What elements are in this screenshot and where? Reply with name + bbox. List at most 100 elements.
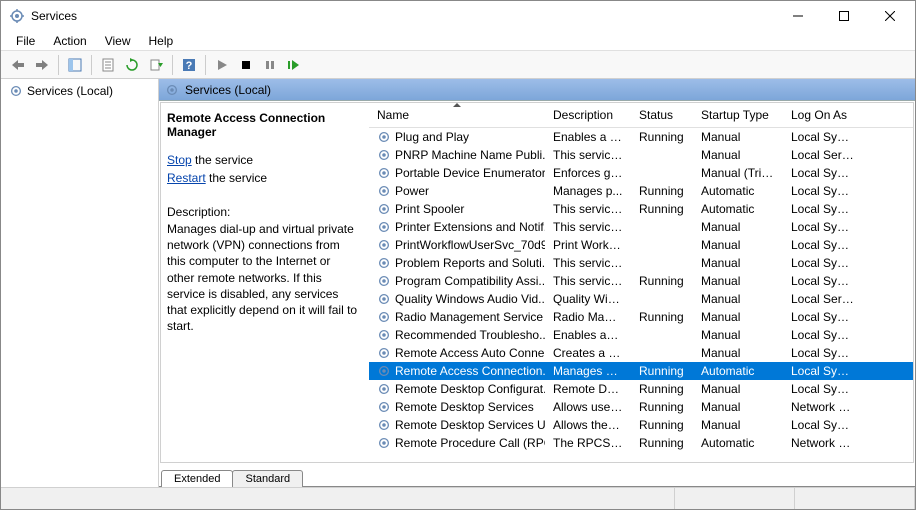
export-button[interactable] bbox=[145, 54, 167, 76]
show-hide-tree-button[interactable] bbox=[64, 54, 86, 76]
forward-button[interactable] bbox=[31, 54, 53, 76]
cell-logon: Local Syste... bbox=[783, 166, 863, 180]
table-row[interactable]: Remote Desktop ServicesAllows user...Run… bbox=[369, 398, 913, 416]
col-header-name[interactable]: Name bbox=[369, 103, 545, 127]
menu-action[interactable]: Action bbox=[44, 31, 95, 51]
gear-icon bbox=[377, 274, 391, 288]
start-service-button[interactable] bbox=[211, 54, 233, 76]
restart-service-link[interactable]: Restart bbox=[167, 171, 206, 185]
table-row[interactable]: Program Compatibility Assi...This servic… bbox=[369, 272, 913, 290]
stop-service-link[interactable]: Stop bbox=[167, 153, 192, 167]
refresh-button[interactable] bbox=[121, 54, 143, 76]
content-header-label: Services (Local) bbox=[185, 83, 271, 97]
cell-description: Creates a co... bbox=[545, 346, 631, 360]
table-row[interactable]: Portable Device Enumerator...Enforces gr… bbox=[369, 164, 913, 182]
cell-startup: Automatic bbox=[693, 436, 783, 450]
cell-description: Quality Win... bbox=[545, 292, 631, 306]
cell-name: PNRP Machine Name Publi... bbox=[395, 148, 545, 162]
table-row[interactable]: PowerManages p...RunningAutomaticLocal S… bbox=[369, 182, 913, 200]
gear-icon bbox=[377, 184, 391, 198]
statusbar bbox=[1, 487, 915, 509]
table-row[interactable]: PrintWorkflowUserSvc_70d99Print Workfl..… bbox=[369, 236, 913, 254]
toolbar: ? bbox=[1, 51, 915, 79]
cell-startup: Automatic bbox=[693, 202, 783, 216]
service-list[interactable]: Name Description Status Startup Type Log… bbox=[369, 103, 913, 462]
cell-name: Printer Extensions and Notif... bbox=[395, 220, 545, 234]
toolbar-separator bbox=[172, 55, 173, 75]
cell-startup: Manual bbox=[693, 148, 783, 162]
gear-icon bbox=[377, 364, 391, 378]
cell-description: The RPCSS ... bbox=[545, 436, 631, 450]
cell-logon: Local Syste... bbox=[783, 418, 863, 432]
detail-pane: Remote Access Connection Manager Stop th… bbox=[161, 103, 369, 462]
cell-logon: Network S... bbox=[783, 436, 863, 450]
table-row[interactable]: Remote Access Connection...Manages di...… bbox=[369, 362, 913, 380]
table-row[interactable]: Remote Access Auto Conne...Creates a co.… bbox=[369, 344, 913, 362]
maximize-button[interactable] bbox=[821, 1, 867, 31]
gear-icon bbox=[377, 400, 391, 414]
col-header-description[interactable]: Description bbox=[545, 103, 631, 127]
cell-name: Portable Device Enumerator... bbox=[395, 166, 545, 180]
gear-icon bbox=[377, 382, 391, 396]
table-row[interactable]: Remote Desktop Services U...Allows the r… bbox=[369, 416, 913, 434]
cell-logon: Local Syste... bbox=[783, 184, 863, 198]
gear-icon bbox=[377, 346, 391, 360]
restart-service-button[interactable] bbox=[283, 54, 305, 76]
table-row[interactable]: Plug and PlayEnables a c...RunningManual… bbox=[369, 128, 913, 146]
cell-startup: Manual bbox=[693, 310, 783, 324]
table-row[interactable]: Recommended Troublesho...Enables aut...M… bbox=[369, 326, 913, 344]
cell-status: Running bbox=[631, 382, 693, 396]
gear-icon bbox=[377, 202, 391, 216]
cell-logon: Local Syste... bbox=[783, 328, 863, 342]
table-row[interactable]: Quality Windows Audio Vid...Quality Win.… bbox=[369, 290, 913, 308]
cell-name: Recommended Troublesho... bbox=[395, 328, 545, 342]
cell-description: This service ... bbox=[545, 256, 631, 270]
nav-item-services-local[interactable]: Services (Local) bbox=[3, 81, 156, 101]
menu-help[interactable]: Help bbox=[140, 31, 183, 51]
table-row[interactable]: Print SpoolerThis service ...RunningAuto… bbox=[369, 200, 913, 218]
table-row[interactable]: Printer Extensions and Notif...This serv… bbox=[369, 218, 913, 236]
properties-button[interactable] bbox=[97, 54, 119, 76]
cell-startup: Manual bbox=[693, 346, 783, 360]
cell-status: Running bbox=[631, 400, 693, 414]
cell-startup: Manual bbox=[693, 328, 783, 342]
table-row[interactable]: Remote Desktop Configurat...Remote Des..… bbox=[369, 380, 913, 398]
column-headers: Name Description Status Startup Type Log… bbox=[369, 103, 913, 128]
col-header-status[interactable]: Status bbox=[631, 103, 693, 127]
menu-view[interactable]: View bbox=[96, 31, 140, 51]
cell-description: Manages di... bbox=[545, 364, 631, 378]
table-row[interactable]: Remote Procedure Call (RPC)The RPCSS ...… bbox=[369, 434, 913, 452]
gear-icon bbox=[377, 166, 391, 180]
tab-standard[interactable]: Standard bbox=[232, 470, 303, 487]
col-header-logon[interactable]: Log On As bbox=[783, 103, 863, 127]
back-button[interactable] bbox=[7, 54, 29, 76]
table-row[interactable]: Radio Management ServiceRadio Mana...Run… bbox=[369, 308, 913, 326]
tab-extended[interactable]: Extended bbox=[161, 470, 233, 487]
cell-name: Remote Procedure Call (RPC) bbox=[395, 436, 545, 450]
cell-startup: Manual bbox=[693, 292, 783, 306]
cell-name: PrintWorkflowUserSvc_70d99 bbox=[395, 238, 545, 252]
cell-logon: Network S... bbox=[783, 400, 863, 414]
help-button[interactable]: ? bbox=[178, 54, 200, 76]
cell-logon: Local Syste... bbox=[783, 238, 863, 252]
cell-description: Manages p... bbox=[545, 184, 631, 198]
gear-icon bbox=[377, 256, 391, 270]
cell-status: Running bbox=[631, 130, 693, 144]
description-label: Description: bbox=[167, 205, 359, 219]
cell-description: This service ... bbox=[545, 202, 631, 216]
cell-startup: Manual bbox=[693, 418, 783, 432]
table-row[interactable]: Problem Reports and Soluti...This servic… bbox=[369, 254, 913, 272]
cell-status: Running bbox=[631, 184, 693, 198]
minimize-button[interactable] bbox=[775, 1, 821, 31]
pause-service-button[interactable] bbox=[259, 54, 281, 76]
cell-logon: Local Syste... bbox=[783, 382, 863, 396]
gear-icon bbox=[9, 84, 23, 98]
svg-text:?: ? bbox=[186, 60, 193, 72]
cell-logon: Local Service bbox=[783, 292, 863, 306]
close-button[interactable] bbox=[867, 1, 913, 31]
menu-file[interactable]: File bbox=[7, 31, 44, 51]
table-row[interactable]: PNRP Machine Name Publi...This service .… bbox=[369, 146, 913, 164]
stop-service-button[interactable] bbox=[235, 54, 257, 76]
cell-name: Remote Access Connection... bbox=[395, 364, 545, 378]
col-header-startup[interactable]: Startup Type bbox=[693, 103, 783, 127]
